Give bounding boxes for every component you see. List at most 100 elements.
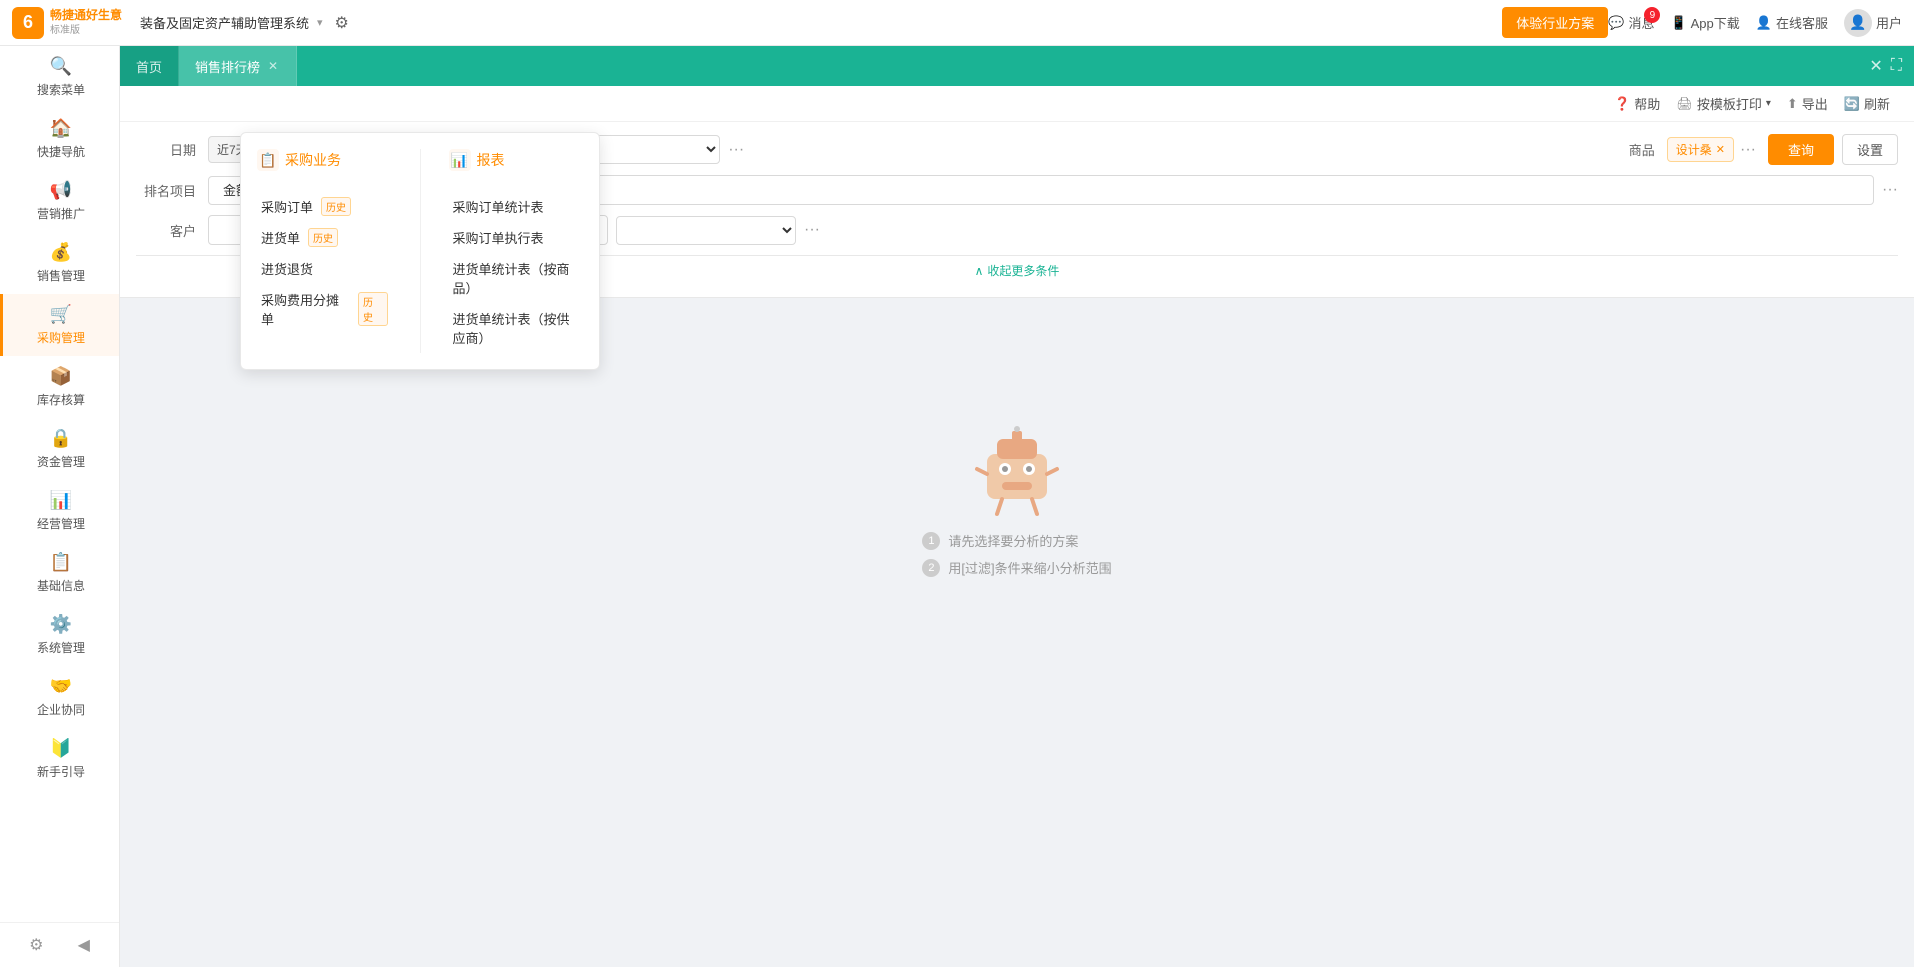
menu-item-goods-stat-supplier[interactable]: 进货单统计表（按供应商） [449,303,584,353]
sidebar-item-search[interactable]: 🔍 搜索菜单 [0,46,119,108]
status-ellipsis-btn[interactable]: ··· [728,141,744,159]
tab-close-all-btn[interactable]: ✕ [1869,56,1882,76]
sidebar-item-inventory[interactable]: 📦 库存核算 [0,356,119,418]
dropdown-arrow-icon[interactable]: ▾ [317,16,323,29]
sidebar-item-sales[interactable]: 💰 销售管理 [0,232,119,294]
menu-item-purchase-order[interactable]: 采购订单 历史 [257,191,392,222]
tab-close-btn[interactable]: ✕ [266,59,280,73]
sidebar-label-marketing: 营销推广 [37,205,85,222]
sidebar-item-finance[interactable]: 🔒 资金管理 [0,418,119,480]
customer-ellipsis-btn[interactable]: ··· [804,221,820,239]
sidebar-label-sales: 销售管理 [37,267,85,284]
sidebar-item-operation[interactable]: 📊 经营管理 [0,480,119,542]
menu-item-goods-receipt[interactable]: 进货单 历史 [257,222,392,253]
system-title-area: 装备及固定资产辅助管理系统 ▾ ⚙ [140,9,1502,37]
refresh-btn[interactable]: 🔄 刷新 [1844,94,1890,113]
header-right: 💬 消息 9 📱 App下载 👤 在线客服 👤 用户 [1608,9,1902,37]
system-icon: ⚙️ [50,614,72,635]
report-col-icon: 📊 [449,149,471,171]
sidebar-item-guide[interactable]: 🔰 新手引导 [0,728,119,790]
industry-btn[interactable]: 体验行业方案 [1502,7,1608,38]
chevron-up-icon: ∧ [975,264,984,278]
baseinfo-icon: 📋 [50,552,72,573]
tab-sales-rank[interactable]: 销售排行榜 ✕ [179,46,297,86]
menu-item-purchase-order-stat[interactable]: 采购订单统计表 [449,191,584,222]
purchase-col-icon: 📋 [257,149,279,171]
logo-text: 畅捷通好生意 标准版 [50,8,122,37]
print-icon: 🖨 [1676,96,1693,112]
customer-select[interactable] [616,216,796,245]
sidebar-bottom: ⚙ ◀ [0,922,119,967]
menu-item-purchase-order-label: 采购订单 [261,197,313,216]
operation-icon: 📊 [50,490,72,511]
tab-bar: 首页 销售排行榜 ✕ ✕ ⛶ [120,46,1914,86]
brand-sub: 标准版 [50,24,122,37]
sidebar-item-system[interactable]: ⚙️ 系统管理 [0,604,119,666]
logo-area: 6 畅捷通好生意 标准版 [12,7,132,39]
salesman-ellipsis-btn[interactable]: ··· [1882,181,1898,199]
goods-ellipsis-btn[interactable]: ··· [1740,141,1756,159]
sidebar-label-inventory: 库存核算 [37,391,85,408]
sidebar-item-quick[interactable]: 🏠 快捷导航 [0,108,119,170]
goods-tag-close-icon[interactable]: ✕ [1716,143,1725,156]
print-btn[interactable]: 🖨 按模板打印 ▾ [1676,94,1771,113]
gear-button[interactable]: ⚙ [331,9,353,37]
message-badge: 9 [1644,7,1660,23]
empty-tip-1: 1 请先选择要分析的方案 [922,531,1111,550]
content-area: 首页 销售排行榜 ✕ ✕ ⛶ ❓ 帮助 [120,46,1914,967]
logo-icon: 6 [12,7,44,39]
service-label: 在线客服 [1776,13,1828,32]
salesman-input[interactable] [522,175,1874,205]
menu-item-goods-return[interactable]: 进货退货 [257,253,392,284]
tab-bar-actions: ✕ ⛶ [1857,46,1914,86]
sidebar-label-system: 系统管理 [37,639,85,656]
export-label: 导出 [1802,94,1828,113]
empty-tips: 1 请先选择要分析的方案 2 用[过滤]条件来缩小分析范围 [922,531,1111,577]
menu-item-purchase-order-exec[interactable]: 采购订单执行表 [449,222,584,253]
online-service-btn[interactable]: 👤 在线客服 [1756,13,1828,32]
print-label: 按模板打印 [1697,94,1762,113]
sidebar-item-marketing[interactable]: 📢 营销推广 [0,170,119,232]
tab-home[interactable]: 首页 [120,46,179,86]
message-btn[interactable]: 💬 消息 9 [1608,13,1654,32]
tab-spacer [297,46,1857,86]
avatar: 👤 [1844,9,1872,37]
menu-item-purchase-expense[interactable]: 采购费用分摊单 历史 [257,284,392,334]
settings-btn[interactable]: 设置 [1842,134,1898,165]
tip-num-2: 2 [922,559,940,577]
app-download-btn[interactable]: 📱 App下载 [1670,13,1739,32]
brand-name: 畅捷通好生意 [50,8,122,24]
message-icon: 💬 [1608,15,1624,31]
top-header: 6 畅捷通好生意 标准版 装备及固定资产辅助管理系统 ▾ ⚙ 体验行业方案 💬 … [0,0,1914,46]
help-icon: ❓ [1614,96,1630,112]
tab-expand-btn[interactable]: ⛶ [1891,57,1902,75]
sidebar-collapse-btn[interactable]: ◀ [78,935,90,955]
user-btn[interactable]: 👤 用户 [1844,9,1902,37]
help-btn[interactable]: ❓ 帮助 [1614,94,1660,113]
sales-icon: 💰 [50,242,72,263]
export-btn[interactable]: ⬆ 导出 [1787,94,1828,113]
sidebar-item-baseinfo[interactable]: 📋 基础信息 [0,542,119,604]
export-icon: ⬆ [1787,96,1798,112]
user-label: 用户 [1876,13,1902,32]
marketing-icon: 📢 [50,180,72,201]
purchase-dropdown-menu: 📋 采购业务 采购订单 历史 进货单 历史 进货退货 采购费用分摊单 历史 [240,132,600,370]
system-title-text: 装备及固定资产辅助管理系统 [140,13,309,32]
sidebar-label-baseinfo: 基础信息 [37,577,85,594]
guide-icon: 🔰 [50,738,72,759]
top-toolbar: ❓ 帮助 🖨 按模板打印 ▾ ⬆ 导出 🔄 刷新 [120,86,1914,122]
sidebar-item-purchase[interactable]: 🛒 采购管理 [0,294,119,356]
rank-filter-label: 排名项目 [136,181,196,200]
menu-item-goods-return-label: 进货退货 [261,259,313,278]
query-btn[interactable]: 查询 [1768,134,1834,165]
collapse-label: 收起更多条件 [987,262,1059,279]
sidebar-settings-btn[interactable]: ⚙ [29,935,43,955]
menu-item-purchase-order-stat-label: 采购订单统计表 [453,197,544,216]
purchase-order-history-tag: 历史 [321,197,351,216]
sidebar-item-cooperation[interactable]: 🤝 企业协同 [0,666,119,728]
menu-item-goods-stat-goods[interactable]: 进货单统计表（按商品） [449,253,584,303]
menu-item-goods-stat-goods-label: 进货单统计表（按商品） [453,259,580,297]
tip-text-1: 请先选择要分析的方案 [948,531,1078,550]
refresh-label: 刷新 [1864,94,1890,113]
cooperation-icon: 🤝 [50,676,72,697]
